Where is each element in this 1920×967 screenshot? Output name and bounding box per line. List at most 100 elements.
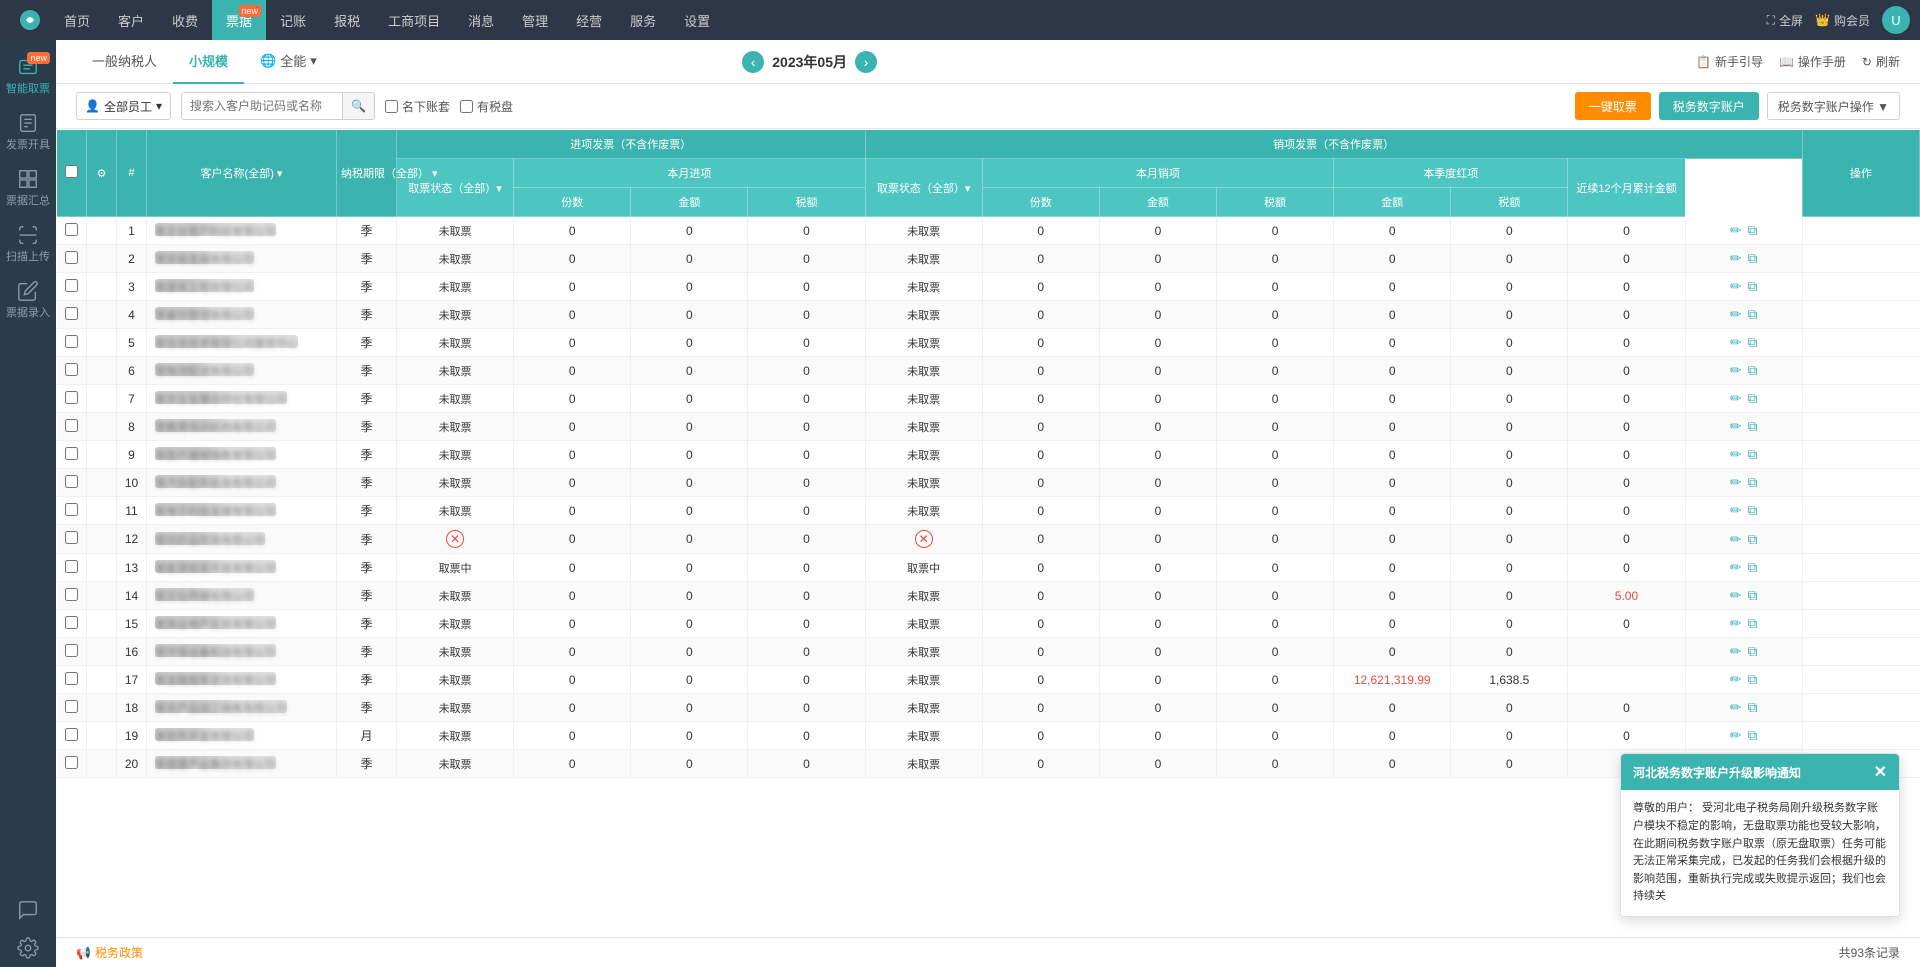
row-checkbox[interactable] bbox=[65, 223, 78, 236]
edit-icon[interactable]: ✏ bbox=[1730, 699, 1742, 716]
cell-checkbox[interactable] bbox=[57, 694, 87, 722]
edit-icon[interactable]: ✏ bbox=[1730, 390, 1742, 407]
cell-checkbox[interactable] bbox=[57, 722, 87, 750]
one-click-ticket-button[interactable]: 一键取票 bbox=[1575, 92, 1651, 120]
nav-item-记账[interactable]: 记账 bbox=[266, 0, 320, 40]
nav-item-经营[interactable]: 经营 bbox=[562, 0, 616, 40]
nav-item-服务[interactable]: 服务 bbox=[616, 0, 670, 40]
cell-checkbox[interactable] bbox=[57, 273, 87, 301]
edit-icon[interactable]: ✏ bbox=[1730, 531, 1742, 548]
row-checkbox[interactable] bbox=[65, 531, 78, 544]
cell-checkbox[interactable] bbox=[57, 750, 87, 778]
edit-icon[interactable]: ✏ bbox=[1730, 362, 1742, 379]
copy-icon[interactable]: ⧉ bbox=[1747, 671, 1757, 688]
nav-item-票据[interactable]: 票据new bbox=[212, 0, 266, 40]
copy-icon[interactable]: ⧉ bbox=[1747, 390, 1757, 407]
sidebar-item-summary[interactable]: 票据汇总 bbox=[0, 160, 56, 216]
row-checkbox[interactable] bbox=[65, 503, 78, 516]
row-checkbox[interactable] bbox=[65, 363, 78, 376]
under-account-checkbox-label[interactable]: 名下账套 bbox=[385, 98, 450, 115]
has-tax-disk-checkbox[interactable] bbox=[460, 100, 473, 113]
th-customer-name[interactable]: 客户名称(全部) ▾ bbox=[147, 130, 337, 217]
cell-checkbox[interactable] bbox=[57, 610, 87, 638]
copy-icon[interactable]: ⧉ bbox=[1747, 727, 1757, 744]
user-avatar[interactable]: U bbox=[1882, 6, 1910, 34]
copy-icon[interactable]: ⧉ bbox=[1747, 559, 1757, 576]
row-checkbox[interactable] bbox=[65, 251, 78, 264]
digital-account-operations-button[interactable]: 税务数字账户操作 ▼ bbox=[1767, 92, 1900, 120]
cell-checkbox[interactable] bbox=[57, 357, 87, 385]
edit-icon[interactable]: ✏ bbox=[1730, 334, 1742, 351]
copy-icon[interactable]: ⧉ bbox=[1747, 418, 1757, 435]
edit-icon[interactable]: ✏ bbox=[1730, 587, 1742, 604]
manual-button[interactable]: 📖 操作手册 bbox=[1779, 53, 1846, 70]
edit-icon[interactable]: ✏ bbox=[1730, 671, 1742, 688]
edit-icon[interactable]: ✏ bbox=[1730, 278, 1742, 295]
row-checkbox[interactable] bbox=[65, 475, 78, 488]
row-checkbox[interactable] bbox=[65, 419, 78, 432]
cell-checkbox[interactable] bbox=[57, 301, 87, 329]
copy-icon[interactable]: ⧉ bbox=[1747, 699, 1757, 716]
cell-checkbox[interactable] bbox=[57, 441, 87, 469]
cell-checkbox[interactable] bbox=[57, 385, 87, 413]
sidebar-item-scan[interactable]: 扫描上传 bbox=[0, 216, 56, 272]
edit-icon[interactable]: ✏ bbox=[1730, 502, 1742, 519]
fullscreen-button[interactable]: ⛶ 全屏 bbox=[1767, 12, 1803, 29]
copy-icon[interactable]: ⧉ bbox=[1747, 278, 1757, 295]
th-tax-period[interactable]: 纳税期限（全部） ▾ bbox=[337, 130, 397, 217]
sidebar-item-entry[interactable]: 票据录入 bbox=[0, 272, 56, 328]
copy-icon[interactable]: ⧉ bbox=[1747, 250, 1757, 267]
row-checkbox[interactable] bbox=[65, 447, 78, 460]
next-month-button[interactable]: › bbox=[855, 51, 877, 73]
tax-policy-link[interactable]: 📢 税务政策 bbox=[76, 944, 143, 961]
notification-close-button[interactable]: ✕ bbox=[1874, 762, 1887, 782]
edit-icon[interactable]: ✏ bbox=[1730, 222, 1742, 239]
nav-item-报税[interactable]: 报税 bbox=[320, 0, 374, 40]
copy-icon[interactable]: ⧉ bbox=[1747, 306, 1757, 323]
nav-item-管理[interactable]: 管理 bbox=[508, 0, 562, 40]
copy-icon[interactable]: ⧉ bbox=[1747, 502, 1757, 519]
row-checkbox[interactable] bbox=[65, 560, 78, 573]
copy-icon[interactable]: ⧉ bbox=[1747, 446, 1757, 463]
cell-checkbox[interactable] bbox=[57, 497, 87, 525]
nav-item-首页[interactable]: 首页 bbox=[50, 0, 104, 40]
copy-icon[interactable]: ⧉ bbox=[1747, 222, 1757, 239]
edit-icon[interactable]: ✏ bbox=[1730, 250, 1742, 267]
has-tax-disk-checkbox-label[interactable]: 有税盘 bbox=[460, 98, 513, 115]
nav-item-消息[interactable]: 消息 bbox=[454, 0, 508, 40]
nav-item-设置[interactable]: 设置 bbox=[670, 0, 724, 40]
th-outgoing-ticket-status[interactable]: 取票状态（全部）▾ bbox=[865, 159, 982, 217]
select-all-checkbox[interactable] bbox=[65, 165, 78, 178]
row-checkbox[interactable] bbox=[65, 307, 78, 320]
cell-checkbox[interactable] bbox=[57, 666, 87, 694]
sidebar-item-smart-ticket[interactable]: new 智能取票 bbox=[0, 48, 56, 104]
cell-checkbox[interactable] bbox=[57, 582, 87, 610]
sidebar-item-invoice[interactable]: 发票开具 bbox=[0, 104, 56, 160]
sidebar-item-settings[interactable] bbox=[0, 929, 56, 967]
cell-checkbox[interactable] bbox=[57, 525, 87, 554]
employee-select[interactable]: 👤 全部员工 ▾ bbox=[76, 92, 171, 120]
tab-small-scale[interactable]: 小规模 bbox=[173, 40, 244, 84]
edit-icon[interactable]: ✏ bbox=[1730, 418, 1742, 435]
cell-checkbox[interactable] bbox=[57, 413, 87, 441]
cell-checkbox[interactable] bbox=[57, 469, 87, 497]
member-button[interactable]: 👑 购会员 bbox=[1815, 12, 1870, 29]
customer-search-input[interactable] bbox=[182, 99, 342, 113]
refresh-button[interactable]: ↻ 刷新 bbox=[1862, 53, 1900, 70]
row-checkbox[interactable] bbox=[65, 700, 78, 713]
search-button[interactable]: 🔍 bbox=[342, 92, 374, 120]
edit-icon[interactable]: ✏ bbox=[1730, 559, 1742, 576]
row-checkbox[interactable] bbox=[65, 756, 78, 769]
edit-icon[interactable]: ✏ bbox=[1730, 474, 1742, 491]
nav-item-收费[interactable]: 收费 bbox=[158, 0, 212, 40]
tab-all[interactable]: 🌐 全能 ▾ bbox=[244, 40, 333, 84]
digital-account-button[interactable]: 税务数字账户 bbox=[1659, 92, 1759, 120]
row-checkbox[interactable] bbox=[65, 391, 78, 404]
row-checkbox[interactable] bbox=[65, 728, 78, 741]
new-guide-button[interactable]: 📋 新手引导 bbox=[1696, 53, 1763, 70]
sidebar-item-message[interactable] bbox=[0, 891, 56, 929]
copy-icon[interactable]: ⧉ bbox=[1747, 587, 1757, 604]
copy-icon[interactable]: ⧉ bbox=[1747, 474, 1757, 491]
prev-month-button[interactable]: ‹ bbox=[742, 51, 764, 73]
tab-general-taxpayer[interactable]: 一般纳税人 bbox=[76, 40, 173, 84]
